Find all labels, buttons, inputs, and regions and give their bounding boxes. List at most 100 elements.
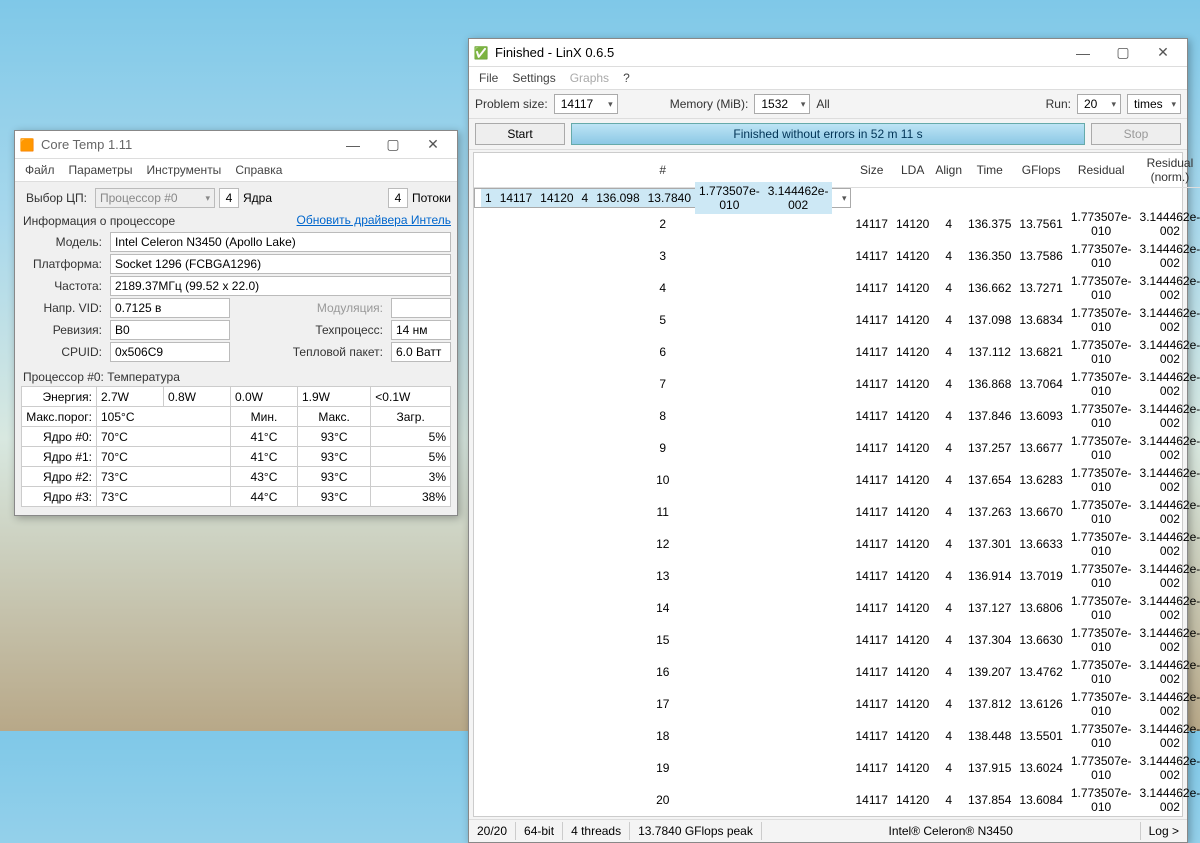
result-cell: 137.112 xyxy=(964,336,1015,368)
menu-params[interactable]: Параметры xyxy=(69,163,133,177)
status-log[interactable]: Log > xyxy=(1141,822,1187,840)
col-header[interactable]: Size xyxy=(851,153,891,188)
result-row[interactable]: 1514117141204137.30413.66301.773507e-010… xyxy=(474,624,1200,656)
menu-settings[interactable]: Settings xyxy=(512,71,555,85)
menu-file[interactable]: Файл xyxy=(25,163,55,177)
result-row[interactable]: 114117141204136.09813.78401.773507e-0103… xyxy=(474,188,851,208)
core-load: 5% xyxy=(371,427,451,447)
result-cell: 13.6677 xyxy=(1015,432,1066,464)
minimize-button[interactable]: — xyxy=(333,132,373,158)
coretemp-title: Core Temp 1.11 xyxy=(41,137,333,152)
result-cell: 8 xyxy=(474,400,851,432)
col-header[interactable]: GFlops xyxy=(1015,153,1066,188)
menu-tools[interactable]: Инструменты xyxy=(146,163,221,177)
times-select[interactable]: times xyxy=(1127,94,1181,114)
result-row[interactable]: 614117141204137.11213.68211.773507e-0103… xyxy=(474,336,1200,368)
result-cell: 4 xyxy=(933,656,964,688)
result-cell: 5 xyxy=(474,304,851,336)
temp-table: Энергия: 2.7W 0.8W 0.0W 1.9W <0.1W Макс.… xyxy=(21,386,451,507)
result-cell: 12 xyxy=(474,528,851,560)
close-button[interactable]: ✕ xyxy=(413,132,453,158)
minimize-button[interactable]: — xyxy=(1063,40,1103,66)
result-cell: 13.7586 xyxy=(1015,240,1066,272)
result-row[interactable]: 1714117141204137.81213.61261.773507e-010… xyxy=(474,688,1200,720)
result-row[interactable]: 814117141204137.84613.60931.773507e-0103… xyxy=(474,400,1200,432)
result-row[interactable]: 2014117141204137.85413.60841.773507e-010… xyxy=(474,784,1200,816)
proc-info-label: Информация о процессоре xyxy=(23,214,175,228)
result-cell: 18 xyxy=(474,720,851,752)
result-cell: 14117 xyxy=(851,752,891,784)
result-row[interactable]: 514117141204137.09813.68341.773507e-0103… xyxy=(474,304,1200,336)
result-row[interactable]: 714117141204136.86813.70641.773507e-0103… xyxy=(474,368,1200,400)
result-cell: 137.915 xyxy=(964,752,1015,784)
cpu-select-combo[interactable]: Процессор #0 xyxy=(95,188,215,208)
maximize-button[interactable]: ▢ xyxy=(1103,40,1143,66)
memory-label: Memory (MiB): xyxy=(670,97,749,111)
result-cell: 3.144462e-002 xyxy=(1136,752,1200,784)
result-cell: 3.144462e-002 xyxy=(764,182,833,214)
result-cell: 1.773507e-010 xyxy=(1067,432,1136,464)
result-row[interactable]: 1114117141204137.26313.66701.773507e-010… xyxy=(474,496,1200,528)
maximize-button[interactable]: ▢ xyxy=(373,132,413,158)
col-header[interactable]: Align xyxy=(933,153,964,188)
result-row[interactable]: 1314117141204136.91413.70191.773507e-010… xyxy=(474,560,1200,592)
core-load: 5% xyxy=(371,447,451,467)
menu-graphs[interactable]: Graphs xyxy=(570,71,609,85)
run-select[interactable]: 20 xyxy=(1077,94,1121,114)
result-cell: 14117 xyxy=(851,272,891,304)
result-row[interactable]: 314117141204136.35013.75861.773507e-0103… xyxy=(474,240,1200,272)
result-row[interactable]: 214117141204136.37513.75611.773507e-0103… xyxy=(474,208,1200,240)
result-row[interactable]: 1414117141204137.12713.68061.773507e-010… xyxy=(474,592,1200,624)
start-button[interactable]: Start xyxy=(475,123,565,145)
result-cell: 4 xyxy=(933,688,964,720)
result-row[interactable]: 1014117141204137.65413.62831.773507e-010… xyxy=(474,464,1200,496)
result-cell: 13.7271 xyxy=(1015,272,1066,304)
result-cell: 14120 xyxy=(892,304,933,336)
result-cell: 1.773507e-010 xyxy=(1067,496,1136,528)
model-val: Intel Celeron N3450 (Apollo Lake) xyxy=(110,232,451,252)
coretemp-titlebar[interactable]: 🟧 Core Temp 1.11 — ▢ ✕ xyxy=(15,131,457,159)
menu-help[interactable]: Справка xyxy=(235,163,282,177)
result-cell: 3.144462e-002 xyxy=(1136,464,1200,496)
result-cell: 13 xyxy=(474,560,851,592)
coretemp-window: 🟧 Core Temp 1.11 — ▢ ✕ Файл Параметры Ин… xyxy=(14,130,458,516)
result-cell: 4 xyxy=(933,624,964,656)
update-drivers-link[interactable]: Обновить драйвера Интель xyxy=(297,213,451,227)
result-cell: 13.7840 xyxy=(644,189,695,207)
result-cell: 1.773507e-010 xyxy=(1067,464,1136,496)
maxthresh-val: 105°C xyxy=(97,407,231,427)
rev-val: B0 xyxy=(110,320,230,340)
result-cell: 14117 xyxy=(851,560,891,592)
result-cell: 14120 xyxy=(892,560,933,592)
result-cell: 14120 xyxy=(892,464,933,496)
result-row[interactable]: 1614117141204139.20713.47621.773507e-010… xyxy=(474,656,1200,688)
linx-title: Finished - LinX 0.6.5 xyxy=(495,45,1063,60)
col-header[interactable]: Residual (norm.) xyxy=(1136,153,1200,188)
all-label[interactable]: All xyxy=(816,97,829,111)
result-row[interactable]: 914117141204137.25713.66771.773507e-0103… xyxy=(474,432,1200,464)
result-row[interactable]: 1914117141204137.91513.60241.773507e-010… xyxy=(474,752,1200,784)
result-row[interactable]: 1214117141204137.30113.66331.773507e-010… xyxy=(474,528,1200,560)
result-cell: 6 xyxy=(474,336,851,368)
col-header[interactable]: Residual xyxy=(1067,153,1136,188)
memory-select[interactable]: 1532 xyxy=(754,94,810,114)
close-button[interactable]: ✕ xyxy=(1143,40,1183,66)
result-cell: 13.6283 xyxy=(1015,464,1066,496)
temp-header: Процессор #0: Температура xyxy=(23,370,451,384)
result-row[interactable]: 1814117141204138.44813.55011.773507e-010… xyxy=(474,720,1200,752)
linx-titlebar[interactable]: ✅ Finished - LinX 0.6.5 — ▢ ✕ xyxy=(469,39,1187,67)
problem-size-select[interactable]: 14117 xyxy=(554,94,618,114)
result-row[interactable]: 414117141204136.66213.72711.773507e-0103… xyxy=(474,272,1200,304)
col-header[interactable]: Time xyxy=(964,153,1015,188)
result-cell: 14120 xyxy=(892,400,933,432)
result-cell: 14117 xyxy=(851,368,891,400)
result-cell: 14120 xyxy=(536,189,577,207)
menu-file[interactable]: File xyxy=(479,71,498,85)
coretemp-menubar: Файл Параметры Инструменты Справка xyxy=(15,159,457,182)
platform-val: Socket 1296 (FCBGA1296) xyxy=(110,254,451,274)
result-cell: 3.144462e-002 xyxy=(1136,560,1200,592)
col-header[interactable]: LDA xyxy=(892,153,933,188)
result-cell: 14120 xyxy=(892,368,933,400)
col-min: Мин. xyxy=(230,407,297,427)
menu-help[interactable]: ? xyxy=(623,71,630,85)
